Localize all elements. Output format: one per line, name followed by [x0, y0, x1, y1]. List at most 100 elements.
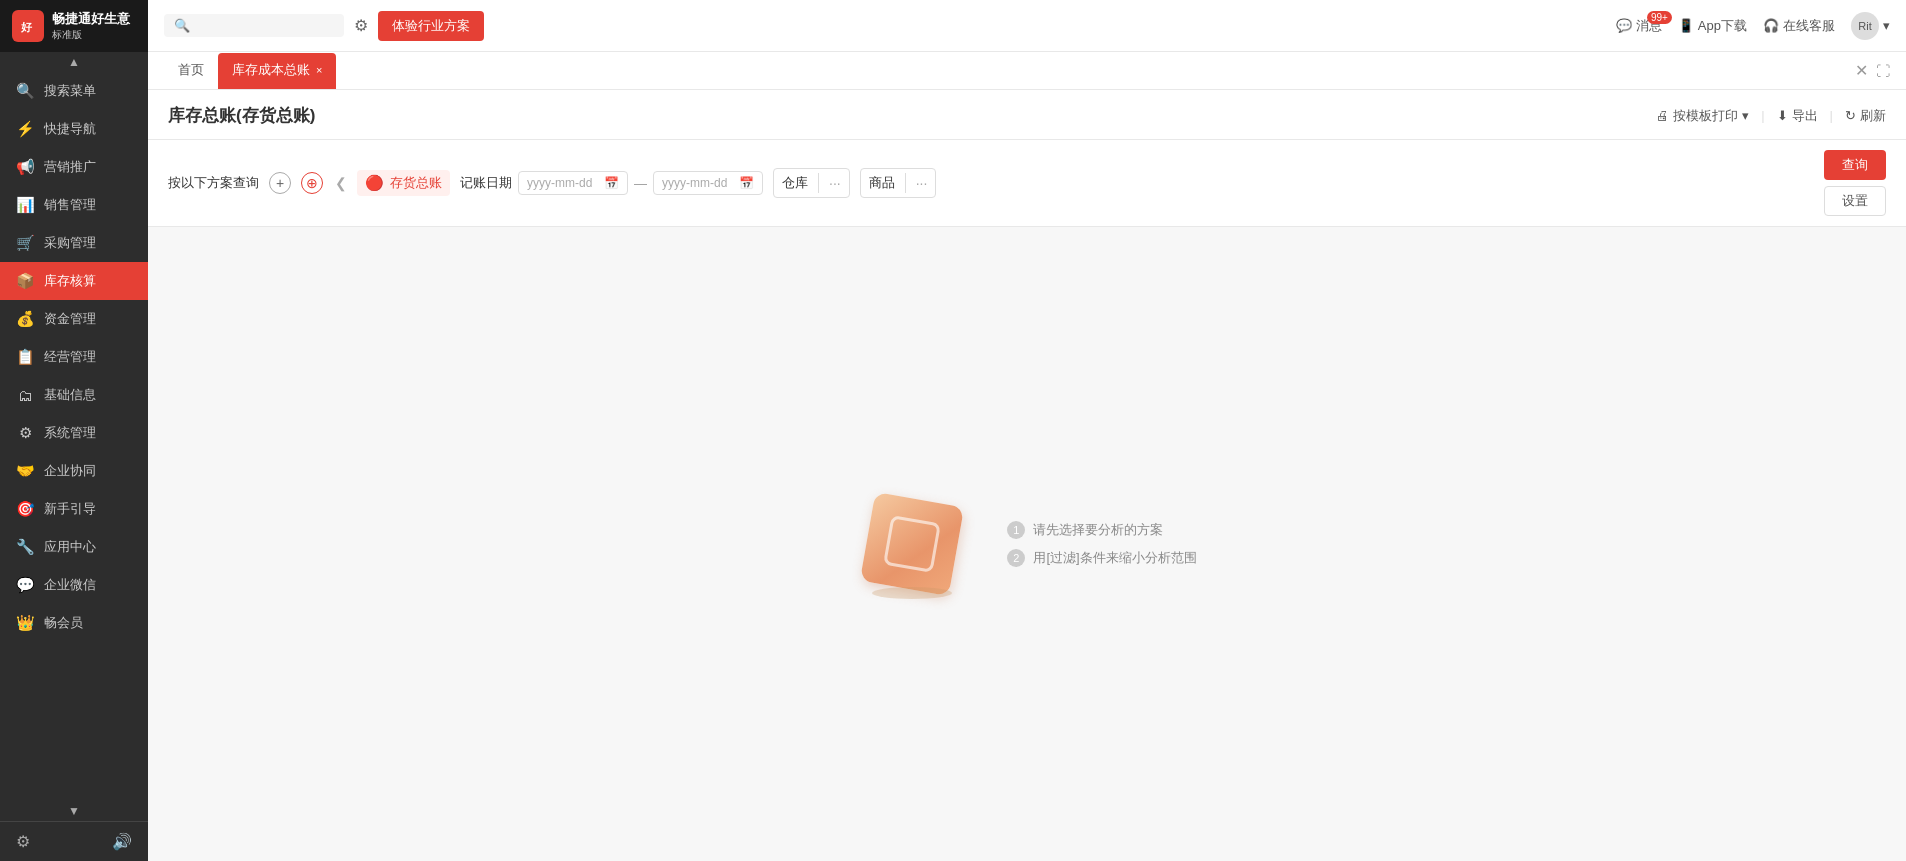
app-icon: 📱 [1678, 18, 1694, 33]
sidebar-footer: ⚙ 🔊 [0, 821, 148, 861]
sidebar-item-label-system: 系统管理 [44, 424, 96, 442]
empty-tip-2: 2 用[过滤]条件来缩小分析范围 [1007, 549, 1196, 567]
date-separator: — [634, 176, 647, 191]
quick-nav-icon: ⚡ [16, 120, 34, 138]
wechat-icon: 💬 [16, 576, 34, 594]
query-btn[interactable]: 查询 [1824, 150, 1886, 180]
logo-text: 畅捷通好生意 标准版 [52, 11, 130, 41]
user-menu[interactable]: Rit ▾ [1851, 12, 1890, 40]
message-btn[interactable]: 💬 消息 99+ [1616, 17, 1662, 35]
cooperation-icon: 🤝 [16, 462, 34, 480]
date-label: 记账日期 [460, 174, 512, 192]
sidebar-item-label-quick-nav: 快捷导航 [44, 120, 96, 138]
search-icon: 🔍 [16, 82, 34, 100]
scheme-icon: 🔴 [365, 174, 384, 192]
sidebar-item-sales[interactable]: 📊 销售管理 [0, 186, 148, 224]
sidebar-item-label-wechat: 企业微信 [44, 576, 96, 594]
sidebar-item-finance[interactable]: 💰 资金管理 [0, 300, 148, 338]
footer-settings-icon[interactable]: ⚙ [16, 832, 30, 851]
refresh-btn[interactable]: ↻ 刷新 [1845, 107, 1886, 125]
sidebar-item-label-guide: 新手引导 [44, 500, 96, 518]
marketing-icon: 📢 [16, 158, 34, 176]
inventory-icon: 📦 [16, 272, 34, 290]
sidebar-item-inventory[interactable]: 📦 库存核算 [0, 262, 148, 300]
sidebar-item-label-purchase: 采购管理 [44, 234, 96, 252]
sidebar-item-label-finance: 资金管理 [44, 310, 96, 328]
resize-btn[interactable]: ⛶ [1876, 63, 1890, 79]
sidebar-item-basic[interactable]: 🗂 基础信息 [0, 376, 148, 414]
purchase-icon: 🛒 [16, 234, 34, 252]
page-actions: 🖨 按模板打印 ▾ | ⬇ 导出 | ↻ 刷新 [1656, 107, 1886, 125]
sidebar-item-member[interactable]: 👑 畅会员 [0, 604, 148, 642]
date-to-placeholder: yyyy-mm-dd [662, 176, 727, 190]
sidebar-item-label-sales: 销售管理 [44, 196, 96, 214]
close-panel-btn[interactable]: ✕ [1855, 61, 1868, 80]
sidebar-item-search[interactable]: 🔍 搜索菜单 [0, 72, 148, 110]
warehouse-filter[interactable]: 仓库 ··· [773, 168, 850, 198]
topbar-search[interactable]: 🔍 [164, 14, 344, 37]
print-btn[interactable]: 🖨 按模板打印 ▾ [1656, 107, 1749, 125]
sales-icon: 📊 [16, 196, 34, 214]
tab-inventory-ledger[interactable]: 库存成本总账 × [218, 53, 336, 89]
product-label: 商品 [869, 174, 895, 192]
date-from-input[interactable]: yyyy-mm-dd 📅 [518, 171, 628, 195]
sidebar-item-marketing[interactable]: 📢 营销推广 [0, 148, 148, 186]
filter-settings-btn[interactable]: 设置 [1824, 186, 1886, 216]
warehouse-label: 仓库 [782, 174, 808, 192]
sidebar-scroll-down[interactable]: ▼ [0, 801, 148, 821]
page-title-row: 库存总账(存货总账) 🖨 按模板打印 ▾ | ⬇ 导出 | ↻ 刷新 [168, 104, 1886, 127]
filter-scheme-item[interactable]: 🔴 存货总账 [357, 170, 450, 196]
sidebar-item-apps[interactable]: 🔧 应用中心 [0, 528, 148, 566]
empty-tips: 1 请先选择要分析的方案 2 用[过滤]条件来缩小分析范围 [1007, 521, 1196, 567]
tabs-bar: 首页 库存成本总账 × ✕ ⛶ [148, 52, 1906, 90]
online-support-btn[interactable]: 🎧 在线客服 [1763, 17, 1835, 35]
sidebar-item-label-operations: 经营管理 [44, 348, 96, 366]
guide-icon: 🎯 [16, 500, 34, 518]
svg-text:好: 好 [20, 21, 33, 33]
warehouse-more-icon[interactable]: ··· [829, 175, 841, 191]
app-download-btn[interactable]: 📱 App下载 [1678, 17, 1747, 35]
export-icon: ⬇ [1777, 108, 1788, 123]
print-dropdown-icon: ▾ [1742, 108, 1749, 123]
system-icon: ⚙ [16, 424, 34, 442]
tip-num-2: 2 [1007, 549, 1025, 567]
export-btn[interactable]: ⬇ 导出 [1777, 107, 1818, 125]
date-to-input[interactable]: yyyy-mm-dd 📅 [653, 171, 763, 195]
date-group: 记账日期 yyyy-mm-dd 📅 — yyyy-mm-dd 📅 [460, 171, 763, 195]
footer-audio-icon[interactable]: 🔊 [112, 832, 132, 851]
tab-close-icon[interactable]: × [316, 64, 322, 76]
topbar-settings-icon[interactable]: ⚙ [354, 16, 368, 35]
filter-schema-btn[interactable]: ⊕ [301, 172, 323, 194]
product-filter[interactable]: 商品 ··· [860, 168, 937, 198]
member-icon: 👑 [16, 614, 34, 632]
main-area: 🔍 ⚙ 体验行业方案 💬 消息 99+ 📱 App下载 🎧 在线客服 Rit ▾ [148, 0, 1906, 861]
user-dropdown-icon: ▾ [1883, 18, 1890, 33]
sidebar-nav: 🔍 搜索菜单 ⚡ 快捷导航 📢 营销推广 📊 销售管理 🛒 采购管理 📦 库存核… [0, 72, 148, 801]
filter-label: 按以下方案查询 [168, 174, 259, 192]
sidebar-item-system[interactable]: ⚙ 系统管理 [0, 414, 148, 452]
industry-btn[interactable]: 体验行业方案 [378, 11, 484, 41]
topbar: 🔍 ⚙ 体验行业方案 💬 消息 99+ 📱 App下载 🎧 在线客服 Rit ▾ [148, 0, 1906, 52]
sidebar-item-operations[interactable]: 📋 经营管理 [0, 338, 148, 376]
sidebar-item-wechat[interactable]: 💬 企业微信 [0, 566, 148, 604]
page-title: 库存总账(存货总账) [168, 104, 315, 127]
empty-box [860, 492, 964, 596]
sidebar-item-guide[interactable]: 🎯 新手引导 [0, 490, 148, 528]
filter-collapse-icon[interactable]: ❮ [335, 175, 347, 191]
filter-add-btn[interactable]: + [269, 172, 291, 194]
sidebar-item-label-member: 畅会员 [44, 614, 83, 632]
sidebar-item-label-search: 搜索菜单 [44, 82, 96, 100]
message-badge: 99+ [1647, 11, 1672, 24]
filter-row: 按以下方案查询 + ⊕ ❮ 🔴 存货总账 记账日期 yyyy-mm-dd 📅 —… [148, 140, 1906, 227]
sidebar-item-purchase[interactable]: 🛒 采购管理 [0, 224, 148, 262]
sidebar-scroll-up[interactable]: ▲ [0, 52, 148, 72]
page-header: 库存总账(存货总账) 🖨 按模板打印 ▾ | ⬇ 导出 | ↻ 刷新 [148, 90, 1906, 140]
date-from-placeholder: yyyy-mm-dd [527, 176, 592, 190]
product-more-icon[interactable]: ··· [916, 175, 928, 191]
empty-illustration [857, 489, 977, 599]
tab-home[interactable]: 首页 [164, 53, 218, 89]
sidebar-item-cooperation[interactable]: 🤝 企业协同 [0, 452, 148, 490]
refresh-icon: ↻ [1845, 108, 1856, 123]
sidebar-item-quick-nav[interactable]: ⚡ 快捷导航 [0, 110, 148, 148]
tip-text-1: 请先选择要分析的方案 [1033, 521, 1163, 539]
